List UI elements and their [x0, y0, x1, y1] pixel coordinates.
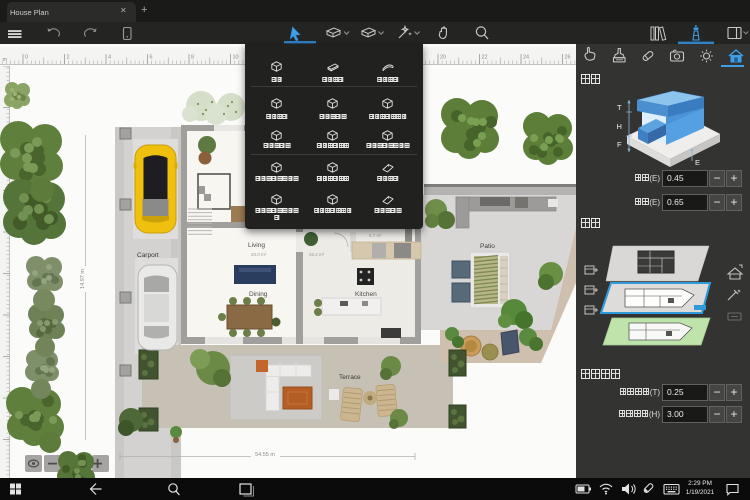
svg-text:14.97 m: 14.97 m — [80, 269, 86, 289]
svg-text:26.2 m²: 26.2 m² — [309, 252, 325, 257]
svg-text:Kitchen: Kitchen — [355, 291, 377, 298]
svg-text:Dining: Dining — [249, 291, 268, 298]
svg-text:Living: Living — [248, 242, 265, 249]
svg-text:5.7 m²: 5.7 m² — [369, 233, 382, 238]
svg-text:H: H — [617, 122, 622, 131]
svg-text:E: E — [695, 158, 700, 167]
svg-text:Patio: Patio — [480, 243, 495, 250]
svg-text:T: T — [617, 103, 622, 112]
svg-text:54.55 m: 54.55 m — [255, 452, 275, 458]
svg-text:Carport: Carport — [137, 252, 159, 259]
svg-text:F: F — [617, 140, 622, 149]
svg-text:20.0 m²: 20.0 m² — [251, 252, 267, 257]
svg-text:Terrace: Terrace — [339, 374, 361, 381]
